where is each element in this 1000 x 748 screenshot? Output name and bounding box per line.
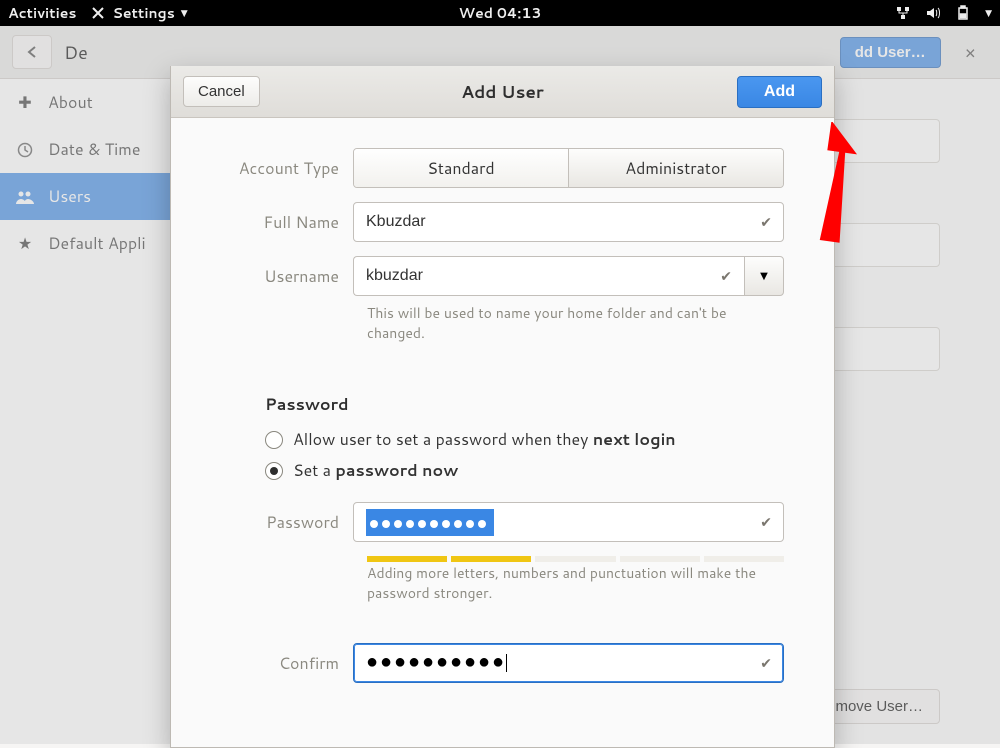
volume-icon[interactable] (925, 5, 941, 21)
account-type-administrator[interactable]: Administrator (569, 149, 783, 187)
chevron-down-icon: ▼ (181, 6, 188, 19)
chevron-down-icon: ▼ (760, 269, 768, 283)
settings-icon (90, 5, 106, 21)
radio-allow-next-login[interactable]: Allow user to set a password when they n… (265, 428, 784, 451)
confirm-password-input[interactable]: ●●●●●●●●●● (353, 643, 784, 683)
account-type-standard[interactable]: Standard (354, 149, 569, 187)
dialog-header: Cancel Add User Add (171, 66, 834, 118)
network-icon[interactable] (895, 5, 911, 21)
account-type-toggle[interactable]: Standard Administrator (353, 148, 784, 188)
dialog-title: Add User (461, 80, 544, 104)
text-caret (506, 654, 507, 672)
password-strength-meter (367, 556, 784, 562)
add-user-dialog: Cancel Add User Add Account Type Standar… (170, 66, 835, 748)
radio-icon (265, 431, 283, 449)
battery-icon[interactable] (955, 5, 971, 21)
add-button[interactable]: Add (737, 76, 822, 108)
username-input[interactable] (353, 256, 744, 296)
check-icon: ✔ (760, 212, 772, 232)
full-name-label: Full Name (221, 211, 353, 234)
clock[interactable]: Wed 04:13 (459, 3, 542, 23)
radio-set-password-now[interactable]: Set a password now (265, 459, 784, 482)
confirm-label: Confirm (221, 652, 353, 675)
full-name-input[interactable] (353, 202, 784, 242)
settings-window: De dd User… × ✚ About Date & Time Users … (0, 26, 1000, 744)
check-icon: ✔ (760, 512, 772, 532)
username-dropdown-button[interactable]: ▼ (744, 256, 784, 296)
radio-icon (265, 462, 283, 480)
activities-button[interactable]: Activities (8, 3, 76, 23)
username-label: Username (221, 265, 353, 288)
password-section-title: Password (265, 393, 784, 416)
cancel-button[interactable]: Cancel (183, 76, 260, 107)
password-hint: Adding more letters, numbers and punctua… (367, 564, 784, 603)
app-menu[interactable]: Settings ▼ (90, 3, 187, 23)
system-menu-chevron-icon[interactable]: ▼ (985, 6, 992, 19)
app-menu-label: Settings (112, 3, 174, 23)
username-hint: This will be used to name your home fold… (367, 304, 784, 343)
password-label: Password (221, 511, 353, 534)
gnome-top-bar: Activities Settings ▼ Wed 04:13 ▼ (0, 0, 1000, 26)
password-input[interactable] (353, 502, 784, 542)
check-icon: ✔ (760, 653, 772, 673)
check-icon: ✔ (720, 266, 732, 286)
account-type-label: Account Type (221, 157, 353, 180)
